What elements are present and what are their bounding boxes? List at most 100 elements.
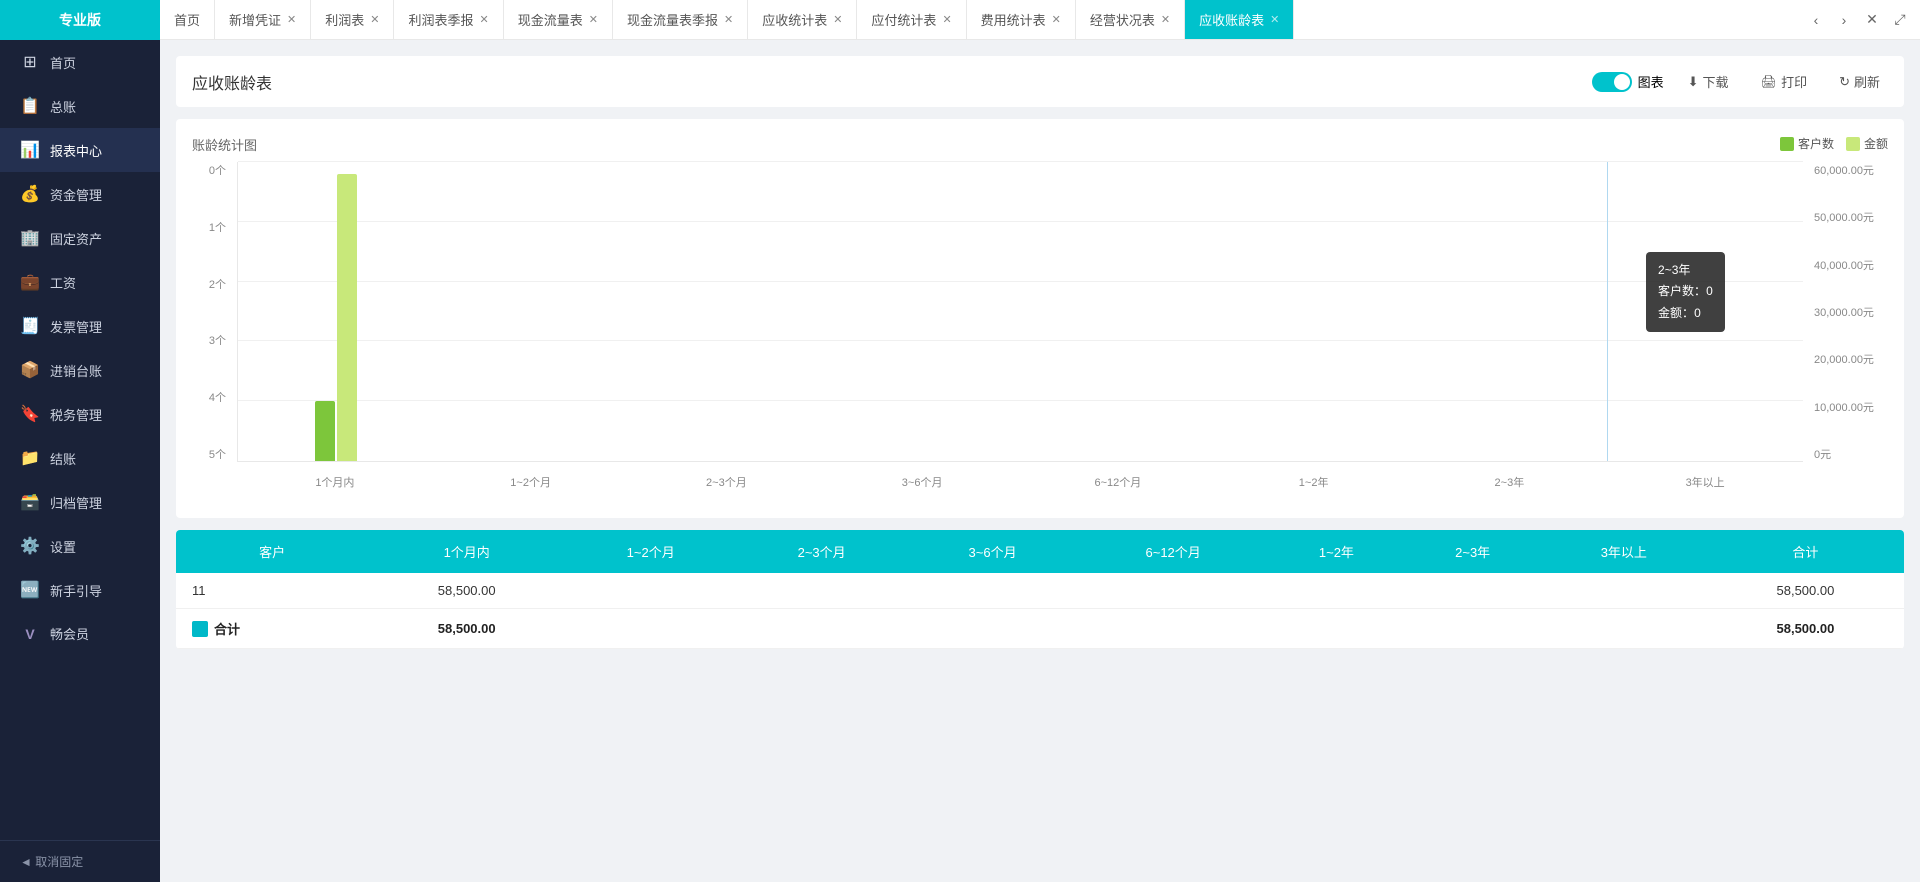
refresh-label: 刷新 — [1854, 72, 1880, 91]
chart-vline — [1607, 162, 1608, 461]
cell-customer-0: 11 — [176, 573, 368, 609]
total-total: 58,500.00 — [1707, 609, 1904, 649]
sidebar-item-stock[interactable]: 📦 进销台账 — [0, 348, 160, 392]
bar-group-m12 — [1021, 162, 1217, 461]
cell-y3plus-0 — [1541, 573, 1707, 609]
sidebar-item-invoice[interactable]: 🧾 发票管理 — [0, 304, 160, 348]
chart-y-axis-left: 5个 4个 3个 2个 1个 0个 — [192, 162, 232, 462]
table-section: 客户 1个月内 1~2个月 2~3个月 3~6个月 6~12个月 1~2年 2~… — [176, 530, 1904, 649]
table-total-row: 合计 58,500.00 58,500.00 — [176, 609, 1904, 649]
tab-profit-quarter-close[interactable]: ✕ — [480, 13, 489, 26]
tab-ar-stats[interactable]: 应收统计表 ✕ — [748, 0, 857, 39]
tab-expense-label: 费用统计表 — [981, 10, 1046, 29]
sidebar-label-guide: 新手引导 — [50, 581, 102, 600]
table-row: 11 58,500.00 58,500.00 — [176, 573, 1904, 609]
sidebar-item-funds[interactable]: 💰 资金管理 — [0, 172, 160, 216]
sidebar-item-assets[interactable]: 🏢 固定资产 — [0, 216, 160, 260]
y-right-50k: 50,000.00元 — [1814, 209, 1874, 225]
sidebar-item-settings[interactable]: ⚙️ 设置 — [0, 524, 160, 568]
y-left-4: 4个 — [209, 389, 226, 405]
tab-cashflow-quarter[interactable]: 现金流量表季报 ✕ — [613, 0, 748, 39]
bar-m1-amount — [337, 174, 357, 461]
tab-cashflow-close[interactable]: ✕ — [589, 13, 598, 26]
y-right-10k: 10,000.00元 — [1814, 399, 1874, 415]
ledger-icon: 📋 — [20, 96, 40, 116]
sidebar-label-archive: 归档管理 — [50, 493, 102, 512]
tab-close-all-button[interactable]: ✕ — [1860, 8, 1884, 32]
sidebar-item-guide[interactable]: 🆕 新手引导 — [0, 568, 160, 612]
tab-profit-quarter[interactable]: 利润表季报 ✕ — [394, 0, 503, 39]
closing-icon: 📁 — [20, 448, 40, 468]
tab-profit[interactable]: 利润表 ✕ — [311, 0, 394, 39]
tab-ap-stats-close[interactable]: ✕ — [942, 13, 951, 26]
tab-cashflow[interactable]: 现金流量表 ✕ — [504, 0, 613, 39]
tab-bar-actions: ‹ › ✕ ⤢ — [1796, 8, 1920, 32]
tab-operation[interactable]: 经营状况表 ✕ — [1076, 0, 1185, 39]
tab-ar-stats-close[interactable]: ✕ — [833, 13, 842, 26]
tab-operation-close[interactable]: ✕ — [1161, 13, 1170, 26]
chart-legend: 客户数 金额 — [1780, 135, 1888, 152]
chart-section: 账龄统计图 客户数 金额 5个 4个 3个 2个 1个 — [176, 119, 1904, 518]
chart-toggle[interactable] — [1592, 72, 1632, 92]
col-m1: 1个月内 — [368, 530, 565, 573]
sidebar-item-archive[interactable]: 🗃️ 归档管理 — [0, 480, 160, 524]
tab-voucher-close[interactable]: ✕ — [287, 13, 296, 26]
tab-voucher[interactable]: 新增凭证 ✕ — [215, 0, 311, 39]
tab-prev-button[interactable]: ‹ — [1804, 8, 1828, 32]
col-m6: 3~6个月 — [907, 530, 1078, 573]
legend-color-green — [1780, 137, 1794, 151]
sidebar-item-reports[interactable]: 📊 报表中心 — [0, 128, 160, 172]
tab-maximize-button[interactable]: ⤢ — [1888, 8, 1912, 32]
legend-color-lightgreen — [1846, 137, 1860, 151]
aging-table: 客户 1个月内 1~2个月 2~3个月 3~6个月 6~12个月 1~2年 2~… — [176, 530, 1904, 649]
reports-icon: 📊 — [20, 140, 40, 160]
tab-cashflow-quarter-close[interactable]: ✕ — [724, 13, 733, 26]
guide-icon: 🆕 — [20, 580, 40, 600]
col-customer: 客户 — [176, 530, 368, 573]
bar-group-m3 — [629, 162, 825, 461]
cell-m1-0: 58,500.00 — [368, 573, 565, 609]
sidebar-item-closing[interactable]: 📁 结账 — [0, 436, 160, 480]
print-button[interactable]: 🖨 打印 — [1753, 68, 1816, 95]
salary-icon: 💼 — [20, 272, 40, 292]
funds-icon: 💰 — [20, 184, 40, 204]
sidebar-item-tax[interactable]: 🔖 税务管理 — [0, 392, 160, 436]
col-m12: 6~12个月 — [1078, 530, 1268, 573]
tab-home[interactable]: 首页 — [160, 0, 215, 39]
sidebar-item-vip[interactable]: V 畅会员 — [0, 612, 160, 655]
sidebar-item-salary[interactable]: 💼 工资 — [0, 260, 160, 304]
chart-toggle-wrap: 图表 — [1592, 72, 1664, 92]
refresh-button[interactable]: ↻ 刷新 — [1831, 68, 1888, 95]
sidebar-item-home[interactable]: ⊞ 首页 — [0, 40, 160, 84]
page-title: 应收账龄表 — [192, 70, 272, 94]
bar-group-m1 — [238, 162, 434, 461]
sidebar-label-tax: 税务管理 — [50, 405, 102, 424]
sidebar-item-ledger[interactable]: 📋 总账 — [0, 84, 160, 128]
bar-m1-customer — [315, 401, 335, 461]
tab-ar-aging-close[interactable]: ✕ — [1270, 13, 1279, 26]
tab-ar-aging[interactable]: 应收账龄表 ✕ — [1185, 0, 1294, 39]
y-right-40k: 40,000.00元 — [1814, 257, 1874, 273]
bar-group-y3plus — [1607, 162, 1803, 461]
tab-profit-close[interactable]: ✕ — [370, 13, 379, 26]
col-m3: 2~3个月 — [736, 530, 907, 573]
legend-amount: 金额 — [1846, 135, 1888, 152]
x-label-m12: 6~12个月 — [1020, 462, 1216, 502]
tab-next-button[interactable]: › — [1832, 8, 1856, 32]
y-left-1: 1个 — [209, 219, 226, 235]
x-label-y3: 2~3年 — [1412, 462, 1608, 502]
tab-list: 首页 新增凭证 ✕ 利润表 ✕ 利润表季报 ✕ 现金流量表 ✕ 现金流量表季报 … — [160, 0, 1796, 39]
sidebar-toggle-pin[interactable]: ◄ 取消固定 — [0, 840, 160, 882]
download-button[interactable]: ⬇ 下载 — [1680, 68, 1737, 95]
chart-y-axis-right: 0元 10,000.00元 20,000.00元 30,000.00元 40,0… — [1808, 162, 1888, 462]
tab-ap-stats[interactable]: 应付统计表 ✕ — [857, 0, 966, 39]
legend-label-customer: 客户数 — [1798, 135, 1834, 152]
x-label-m6: 3~6个月 — [824, 462, 1020, 502]
total-label: 合计 — [176, 609, 368, 648]
download-icon: ⬇ — [1688, 74, 1699, 90]
sidebar-label-stock: 进销台账 — [50, 361, 102, 380]
legend-customer-count: 客户数 — [1780, 135, 1834, 152]
tab-ar-aging-label: 应收账龄表 — [1199, 10, 1264, 29]
tab-expense-close[interactable]: ✕ — [1052, 13, 1061, 26]
tab-expense[interactable]: 费用统计表 ✕ — [967, 0, 1076, 39]
